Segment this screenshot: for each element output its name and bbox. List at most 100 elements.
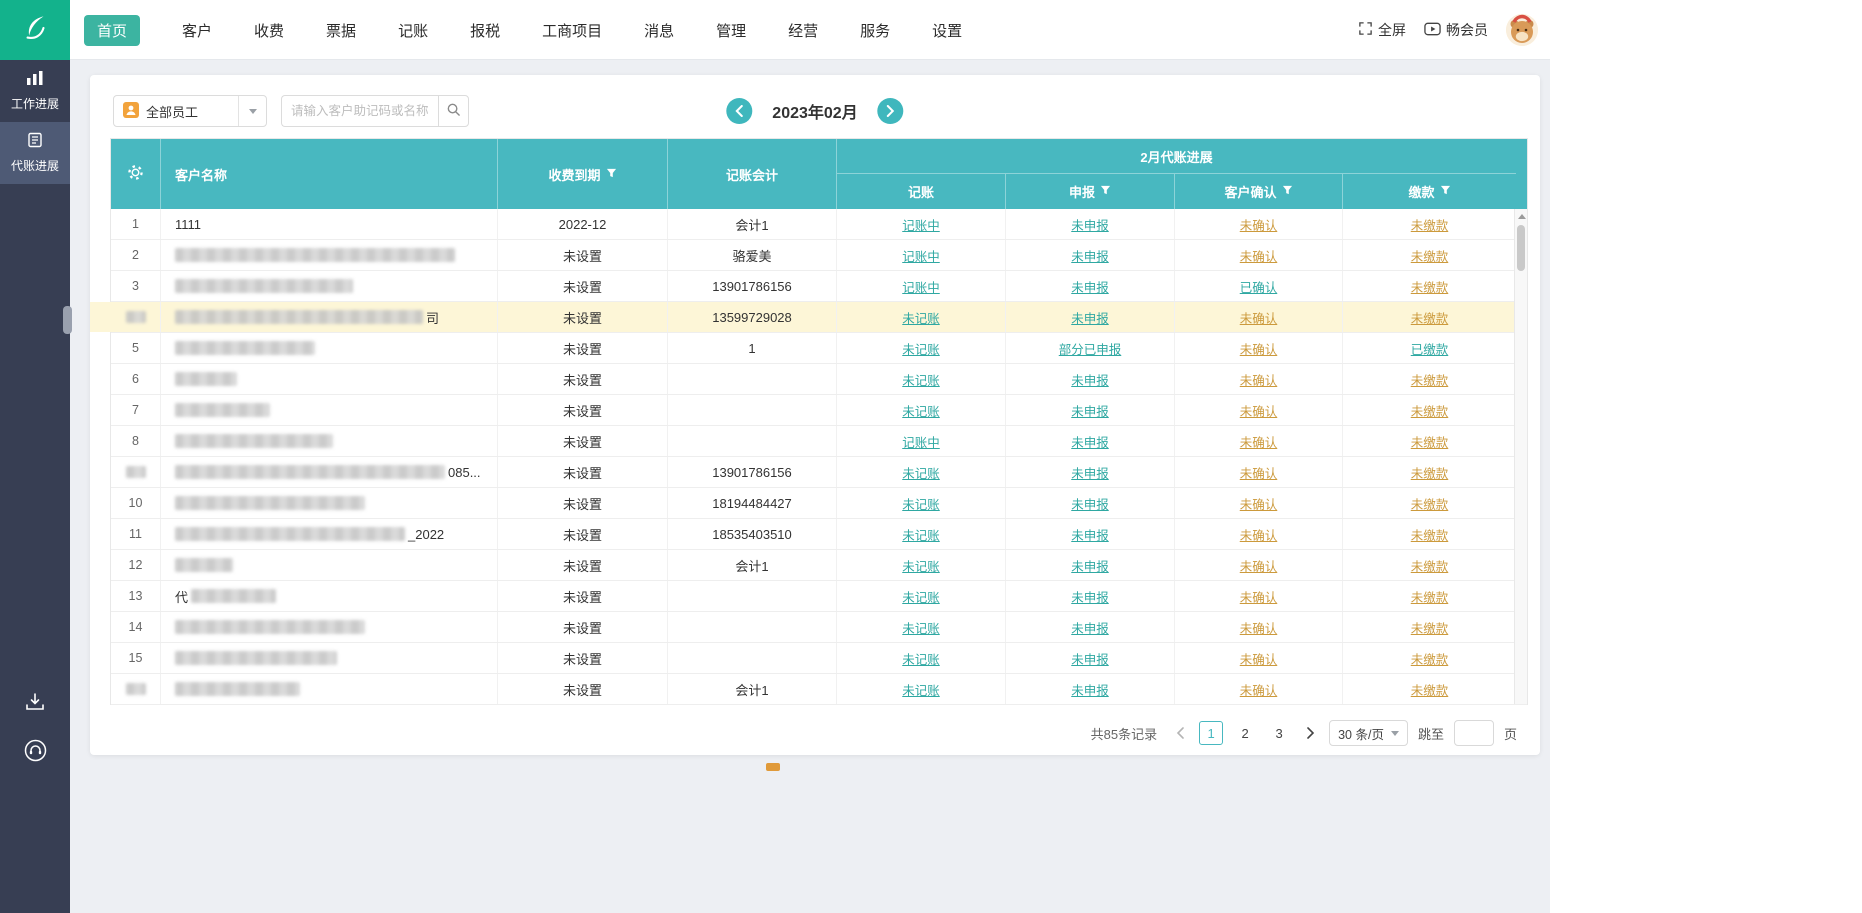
customer-name-cell[interactable] xyxy=(161,240,498,270)
booking-status-link[interactable]: 记账中 xyxy=(902,277,940,296)
table-row[interactable]: 13 代 未设置 未记账 未申报 未确认 未缴款 xyxy=(111,581,1527,612)
sidebar-item-work-progress[interactable]: 工作进展 xyxy=(0,60,70,122)
booking-status-link[interactable]: 未记账 xyxy=(902,494,940,513)
confirm-status-link[interactable]: 未确认 xyxy=(1240,618,1278,637)
customer-service-icon[interactable] xyxy=(22,737,48,763)
nav-item-messages[interactable]: 消息 xyxy=(644,20,674,41)
booking-status-link[interactable]: 未记账 xyxy=(902,463,940,482)
booking-status-link[interactable]: 未记账 xyxy=(902,680,940,699)
declare-status-link[interactable]: 未申报 xyxy=(1071,649,1109,668)
declare-status-link[interactable]: 未申报 xyxy=(1071,680,1109,699)
declare-status-link[interactable]: 未申报 xyxy=(1071,246,1109,265)
pay-status-link[interactable]: 未缴款 xyxy=(1411,587,1449,606)
nav-item-management[interactable]: 管理 xyxy=(716,20,746,41)
download-icon[interactable] xyxy=(22,689,48,715)
column-settings-header[interactable] xyxy=(111,139,161,209)
pay-status-link[interactable]: 未缴款 xyxy=(1411,277,1449,296)
next-page-button[interactable] xyxy=(1301,721,1319,745)
scrollbar-up-button[interactable] xyxy=(1515,209,1528,223)
pay-status-link[interactable]: 未缴款 xyxy=(1411,463,1449,482)
next-month-button[interactable] xyxy=(877,98,904,124)
declare-status-link[interactable]: 未申报 xyxy=(1071,215,1109,234)
booking-status-link[interactable]: 未记账 xyxy=(902,618,940,637)
search-button[interactable] xyxy=(438,95,469,127)
pay-status-link[interactable]: 未缴款 xyxy=(1411,649,1449,668)
customer-name-cell[interactable] xyxy=(161,333,498,363)
pay-status-link[interactable]: 未缴款 xyxy=(1411,246,1449,265)
table-row[interactable]: 14 未设置 未记账 未申报 未确认 未缴款 xyxy=(111,612,1527,643)
booking-status-link[interactable]: 未记账 xyxy=(902,525,940,544)
confirm-status-link[interactable]: 未确认 xyxy=(1240,370,1278,389)
table-row[interactable]: 15 未设置 未记账 未申报 未确认 未缴款 xyxy=(111,643,1527,674)
declare-status-link[interactable]: 未申报 xyxy=(1071,432,1109,451)
customer-name-cell[interactable] xyxy=(161,674,498,704)
pay-status-link[interactable]: 未缴款 xyxy=(1411,370,1449,389)
declare-status-link[interactable]: 未申报 xyxy=(1071,587,1109,606)
confirm-status-link[interactable]: 未确认 xyxy=(1240,494,1278,513)
booking-status-link[interactable]: 未记账 xyxy=(902,649,940,668)
page-size-select[interactable]: 30 条/页 xyxy=(1329,720,1408,746)
pay-status-link[interactable]: 未缴款 xyxy=(1411,308,1449,327)
nav-item-business-projects[interactable]: 工商项目 xyxy=(542,20,602,41)
page-button-3[interactable]: 3 xyxy=(1267,721,1291,745)
fullscreen-button[interactable]: 全屏 xyxy=(1358,20,1406,40)
confirm-status-link[interactable]: 未确认 xyxy=(1240,246,1278,265)
pay-status-link[interactable]: 未缴款 xyxy=(1411,401,1449,420)
confirm-status-link[interactable]: 未确认 xyxy=(1240,432,1278,451)
table-row[interactable]: 3 未设置 13901786156 记账中 未申报 已确认 未缴款 xyxy=(111,271,1527,302)
confirm-status-link[interactable]: 未确认 xyxy=(1240,339,1278,358)
customer-name-cell[interactable]: 1111 xyxy=(161,209,498,239)
prev-month-button[interactable] xyxy=(726,98,753,124)
booking-status-link[interactable]: 未记账 xyxy=(902,308,940,327)
member-button[interactable]: 畅会员 xyxy=(1424,20,1488,40)
booking-status-link[interactable]: 未记账 xyxy=(902,370,940,389)
table-row[interactable]: 7 未设置 未记账 未申报 未确认 未缴款 xyxy=(111,395,1527,426)
pay-status-link[interactable]: 未缴款 xyxy=(1411,618,1449,637)
declare-status-link[interactable]: 未申报 xyxy=(1071,308,1109,327)
nav-item-customers[interactable]: 客户 xyxy=(182,20,212,41)
declare-status-link[interactable]: 未申报 xyxy=(1071,494,1109,513)
table-row[interactable]: 8 未设置 记账中 未申报 未确认 未缴款 xyxy=(111,426,1527,457)
app-logo[interactable] xyxy=(0,0,70,60)
declare-status-link[interactable]: 未申报 xyxy=(1071,370,1109,389)
table-row[interactable]: 5 未设置 1 未记账 部分已申报 未确认 已缴款 xyxy=(111,333,1527,364)
confirm-status-link[interactable]: 未确认 xyxy=(1240,308,1278,327)
table-row[interactable]: 6 未设置 未记账 未申报 未确认 未缴款 xyxy=(111,364,1527,395)
funnel-filter-icon[interactable] xyxy=(1440,184,1451,199)
table-row[interactable]: 1 1111 2022-12 会计1 记账中 未申报 未确认 未缴款 xyxy=(111,209,1527,240)
customer-name-cell[interactable] xyxy=(161,426,498,456)
customer-name-cell[interactable] xyxy=(161,488,498,518)
booking-status-link[interactable]: 未记账 xyxy=(902,556,940,575)
declare-status-link[interactable]: 未申报 xyxy=(1071,556,1109,575)
confirm-status-link[interactable]: 未确认 xyxy=(1240,649,1278,668)
declare-status-link[interactable]: 未申报 xyxy=(1071,525,1109,544)
confirm-status-link[interactable]: 未确认 xyxy=(1240,587,1278,606)
table-row[interactable]: 085... 未设置 13901786156 未记账 未申报 未确认 未缴款 xyxy=(111,457,1527,488)
funnel-filter-icon[interactable] xyxy=(1100,184,1111,199)
page-button-2[interactable]: 2 xyxy=(1233,721,1257,745)
declare-status-link[interactable]: 未申报 xyxy=(1071,463,1109,482)
confirm-status-link[interactable]: 未确认 xyxy=(1240,401,1278,420)
nav-item-operations[interactable]: 经营 xyxy=(788,20,818,41)
declare-status-link[interactable]: 部分已申报 xyxy=(1059,339,1122,358)
confirm-status-link[interactable]: 未确认 xyxy=(1240,680,1278,699)
confirm-status-link[interactable]: 已确认 xyxy=(1240,277,1278,296)
nav-item-settings[interactable]: 设置 xyxy=(932,20,962,41)
booking-status-link[interactable]: 未记账 xyxy=(902,401,940,420)
pay-status-link[interactable]: 未缴款 xyxy=(1411,525,1449,544)
nav-item-tax[interactable]: 报税 xyxy=(470,20,500,41)
employee-filter-dropdown[interactable]: 全部员工 xyxy=(113,95,267,127)
customer-name-cell[interactable]: 代 xyxy=(161,581,498,611)
customer-name-cell[interactable]: _2022 xyxy=(161,519,498,549)
table-row[interactable]: 10 未设置 18194484427 未记账 未申报 未确认 未缴款 xyxy=(111,488,1527,519)
funnel-filter-icon[interactable] xyxy=(606,167,617,182)
table-scrollbar[interactable] xyxy=(1514,209,1527,704)
customer-name-cell[interactable] xyxy=(161,643,498,673)
funnel-filter-icon[interactable] xyxy=(1282,184,1293,199)
booking-status-link[interactable]: 记账中 xyxy=(902,246,940,265)
confirm-status-link[interactable]: 未确认 xyxy=(1240,556,1278,575)
confirm-status-link[interactable]: 未确认 xyxy=(1240,215,1278,234)
customer-name-cell[interactable] xyxy=(161,364,498,394)
confirm-status-link[interactable]: 未确认 xyxy=(1240,463,1278,482)
pay-status-link[interactable]: 未缴款 xyxy=(1411,556,1449,575)
